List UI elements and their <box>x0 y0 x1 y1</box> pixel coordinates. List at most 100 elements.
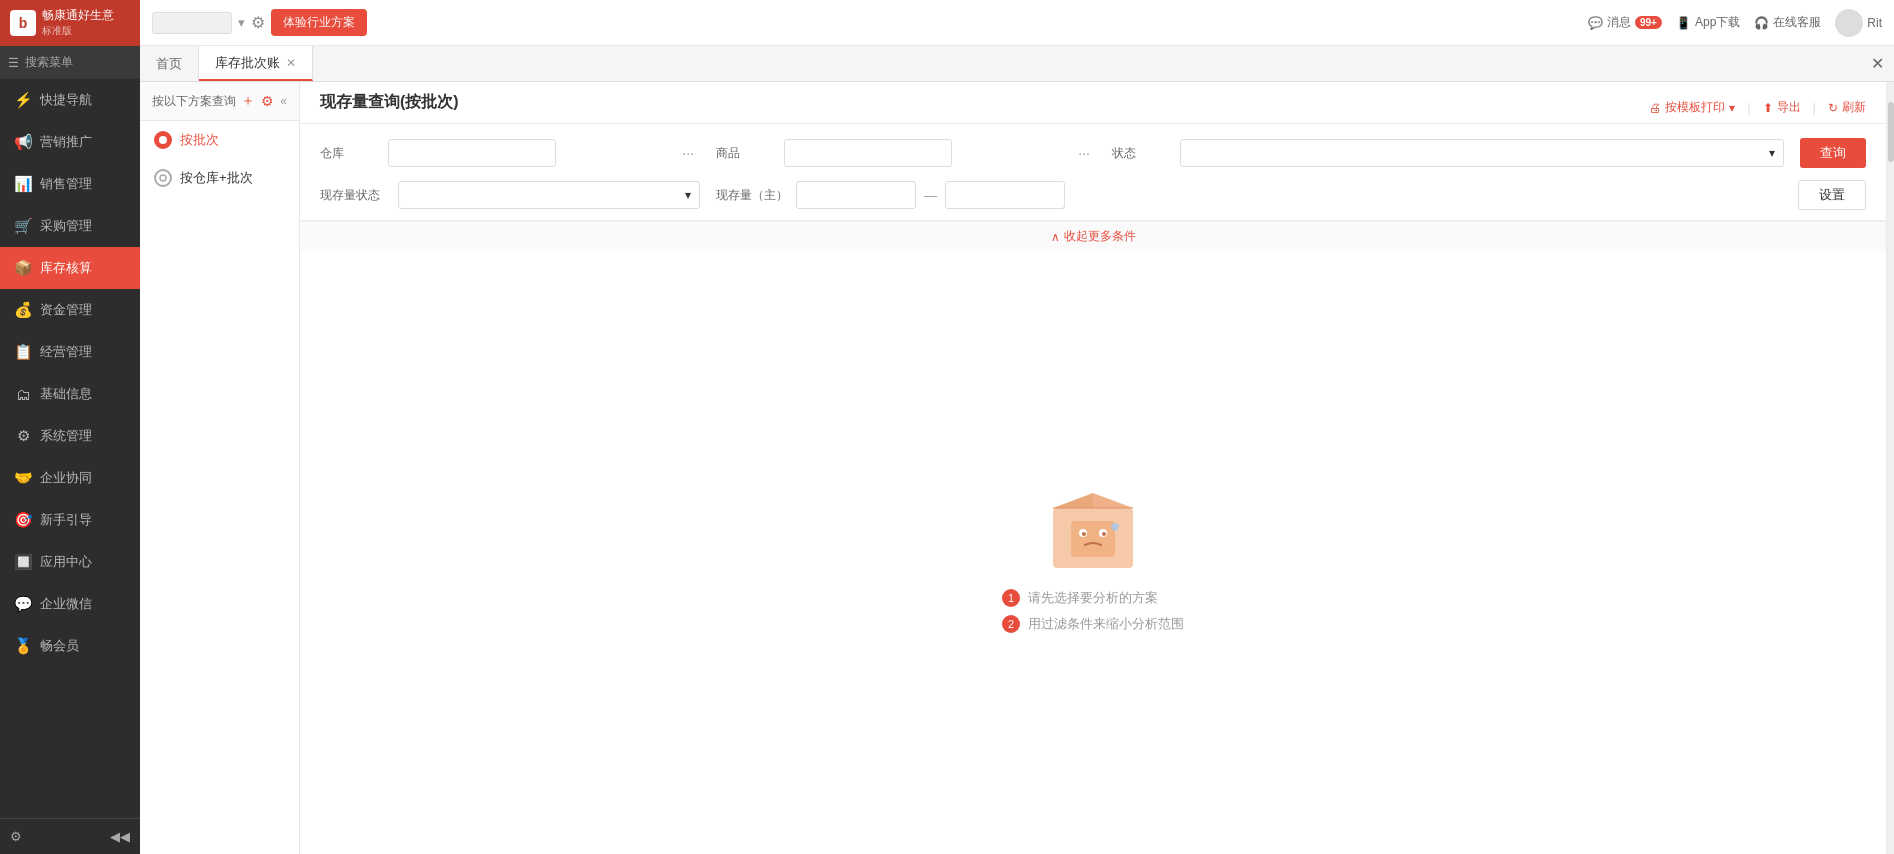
inventory-qty-min-input[interactable] <box>796 181 916 209</box>
sidebar-collapse-icon[interactable]: ◀◀ <box>110 829 130 844</box>
sidebar-item-label: 企业微信 <box>40 595 92 613</box>
product-filter: 商品 ··· <box>716 139 1096 167</box>
add-scheme-btn[interactable]: ＋ <box>241 92 255 110</box>
sidebar-item-beginner[interactable]: 🎯 新手引导 <box>0 499 140 541</box>
sidebar-item-label: 新手引导 <box>40 511 92 529</box>
filter-area: 仓库 ··· 商品 ··· <box>300 124 1886 221</box>
inventory-qty-max-input[interactable] <box>945 181 1065 209</box>
sidebar-item-label: 资金管理 <box>40 301 92 319</box>
inv-status-dropdown-icon: ▾ <box>685 188 691 202</box>
collapse-more-btn[interactable]: ∧ 收起更多条件 <box>300 221 1886 251</box>
tab-close-icon[interactable]: ✕ <box>286 56 296 70</box>
sidebar-item-system[interactable]: ⚙ 系统管理 <box>0 415 140 457</box>
query-btn-area: 查询 <box>1800 138 1866 168</box>
sidebar-item-label: 应用中心 <box>40 553 92 571</box>
sidebar-nav: ⚡ 快捷导航 📢 营销推广 📊 销售管理 🛒 采购管理 📦 库存核算 💰 资金管… <box>0 79 140 818</box>
print-icon: 🖨 <box>1649 101 1661 115</box>
filter-row-2: 现存量状态 ▾ 现存量（主） — <box>320 180 1866 210</box>
empty-svg-illustration <box>1033 473 1153 573</box>
warehouse-dots-icon[interactable]: ··· <box>682 145 694 161</box>
breadcrumb-input[interactable] <box>152 12 232 34</box>
user-avatar-area[interactable]: Rit <box>1835 9 1882 37</box>
inventory-icon: 📦 <box>14 259 32 277</box>
tab-panel-close-icon[interactable]: ✕ <box>1861 54 1894 73</box>
sidebar-item-label: 营销推广 <box>40 133 92 151</box>
trial-btn[interactable]: 体验行业方案 <box>271 9 367 36</box>
scheme-settings-btn[interactable]: ⚙ <box>261 93 274 109</box>
product-input[interactable] <box>784 139 952 167</box>
messages-btn[interactable]: 💬 消息 99+ <box>1588 14 1662 31</box>
tab-home-label: 首页 <box>156 55 182 73</box>
empty-hints: 1 请先选择要分析的方案 2 用过滤条件来缩小分析范围 <box>1002 589 1184 633</box>
sidebar-item-app-center[interactable]: 🔲 应用中心 <box>0 541 140 583</box>
right-scrollbar[interactable] <box>1886 82 1894 854</box>
inventory-status-select[interactable]: ▾ <box>398 181 700 209</box>
dropdown-icon[interactable]: ▾ <box>238 15 245 30</box>
scheme-item-icon-2 <box>154 169 172 187</box>
online-service-btn[interactable]: 🎧 在线客服 <box>1754 14 1821 31</box>
enterprise-icon: 🤝 <box>14 469 32 487</box>
tab-home[interactable]: 首页 <box>140 46 199 81</box>
scheme-header-actions: ＋ ⚙ « <box>241 92 287 110</box>
sidebar-item-enterprise[interactable]: 🤝 企业协同 <box>0 457 140 499</box>
scheme-item-by-warehouse[interactable]: 按仓库+批次 <box>140 159 299 197</box>
query-button[interactable]: 查询 <box>1800 138 1866 168</box>
query-toolbar-actions: 🖨 按模板打印 ▾ | ⬆ 导出 | ↻ 刷新 <box>1649 99 1866 116</box>
refresh-icon: ↻ <box>1828 101 1838 115</box>
status-label: 状态 <box>1112 145 1172 162</box>
export-btn[interactable]: ⬆ 导出 <box>1763 99 1801 116</box>
settings-button[interactable]: 设置 <box>1798 180 1866 210</box>
hint-num-1: 1 <box>1002 589 1020 607</box>
svg-rect-4 <box>1071 521 1115 557</box>
collapse-icon: ∧ <box>1051 230 1060 244</box>
app-version: 标准版 <box>42 24 114 38</box>
tabbar: 首页 库存批次账 ✕ ✕ <box>140 46 1894 82</box>
sidebar-item-operations[interactable]: 📋 经营管理 <box>0 331 140 373</box>
warehouse-filter: 仓库 ··· <box>320 139 700 167</box>
status-select[interactable]: ▾ <box>1180 139 1784 167</box>
collapse-scheme-btn[interactable]: « <box>280 94 287 108</box>
print-btn[interactable]: 🖨 按模板打印 ▾ <box>1649 99 1735 116</box>
collapse-label: 收起更多条件 <box>1064 228 1136 245</box>
scheme-item-label-2: 按仓库+批次 <box>180 169 253 187</box>
sidebar-item-marketing[interactable]: 📢 营销推广 <box>0 121 140 163</box>
wechat-icon: 💬 <box>14 595 32 613</box>
sidebar-item-label: 基础信息 <box>40 385 92 403</box>
member-icon: 🏅 <box>14 637 32 655</box>
sidebar-item-label: 快捷导航 <box>40 91 92 109</box>
headset-icon: 🎧 <box>1754 16 1769 30</box>
sidebar-item-member[interactable]: 🏅 畅会员 <box>0 625 140 667</box>
topbar-settings-icon[interactable]: ⚙ <box>251 13 265 32</box>
scheme-item-icon <box>154 131 172 149</box>
sidebar-item-wechat[interactable]: 💬 企业微信 <box>0 583 140 625</box>
app-download-btn[interactable]: 📱 App下载 <box>1676 14 1740 31</box>
sidebar-settings-icon[interactable]: ⚙ <box>10 829 22 844</box>
inventory-qty-filter: 现存量（主） — <box>716 181 1096 209</box>
sidebar-item-basic-info[interactable]: 🗂 基础信息 <box>0 373 140 415</box>
username-label: Rit <box>1867 16 1882 30</box>
topbar: ▾ ⚙ 体验行业方案 💬 消息 99+ 📱 App下载 🎧 在线客服 Rit <box>140 0 1894 46</box>
topbar-left: ▾ ⚙ 体验行业方案 <box>152 9 1580 36</box>
inventory-qty-label: 现存量（主） <box>716 187 788 204</box>
sidebar-item-inventory[interactable]: 📦 库存核算 <box>0 247 140 289</box>
warehouse-input[interactable] <box>388 139 556 167</box>
sidebar: b 畅康通好生意 标准版 ☰ 搜索菜单 ⚡ 快捷导航 📢 营销推广 📊 销售管理… <box>0 0 140 854</box>
sidebar-footer: ⚙ ◀◀ <box>0 818 140 854</box>
finance-icon: 💰 <box>14 301 32 319</box>
sales-icon: 📊 <box>14 175 32 193</box>
page-title: 现存量查询(按批次) <box>320 92 459 113</box>
topbar-right: 💬 消息 99+ 📱 App下载 🎧 在线客服 Rit <box>1588 9 1882 37</box>
sidebar-item-search-menu[interactable]: ☰ 搜索菜单 <box>0 46 140 79</box>
main-area: ▾ ⚙ 体验行业方案 💬 消息 99+ 📱 App下载 🎧 在线客服 Rit <box>140 0 1894 854</box>
sidebar-item-finance[interactable]: 💰 资金管理 <box>0 289 140 331</box>
scheme-item-by-batch[interactable]: 按批次 <box>140 121 299 159</box>
filter-row-1: 仓库 ··· 商品 ··· <box>320 138 1866 168</box>
product-dots-icon[interactable]: ··· <box>1078 145 1090 161</box>
sidebar-item-sales[interactable]: 📊 销售管理 <box>0 163 140 205</box>
refresh-btn[interactable]: ↻ 刷新 <box>1828 99 1866 116</box>
sidebar-item-quick-nav[interactable]: ⚡ 快捷导航 <box>0 79 140 121</box>
basic-info-icon: 🗂 <box>14 386 32 403</box>
tab-inventory-batch[interactable]: 库存批次账 ✕ <box>199 46 313 81</box>
sidebar-item-purchase[interactable]: 🛒 采购管理 <box>0 205 140 247</box>
print-dropdown-icon[interactable]: ▾ <box>1729 101 1735 115</box>
